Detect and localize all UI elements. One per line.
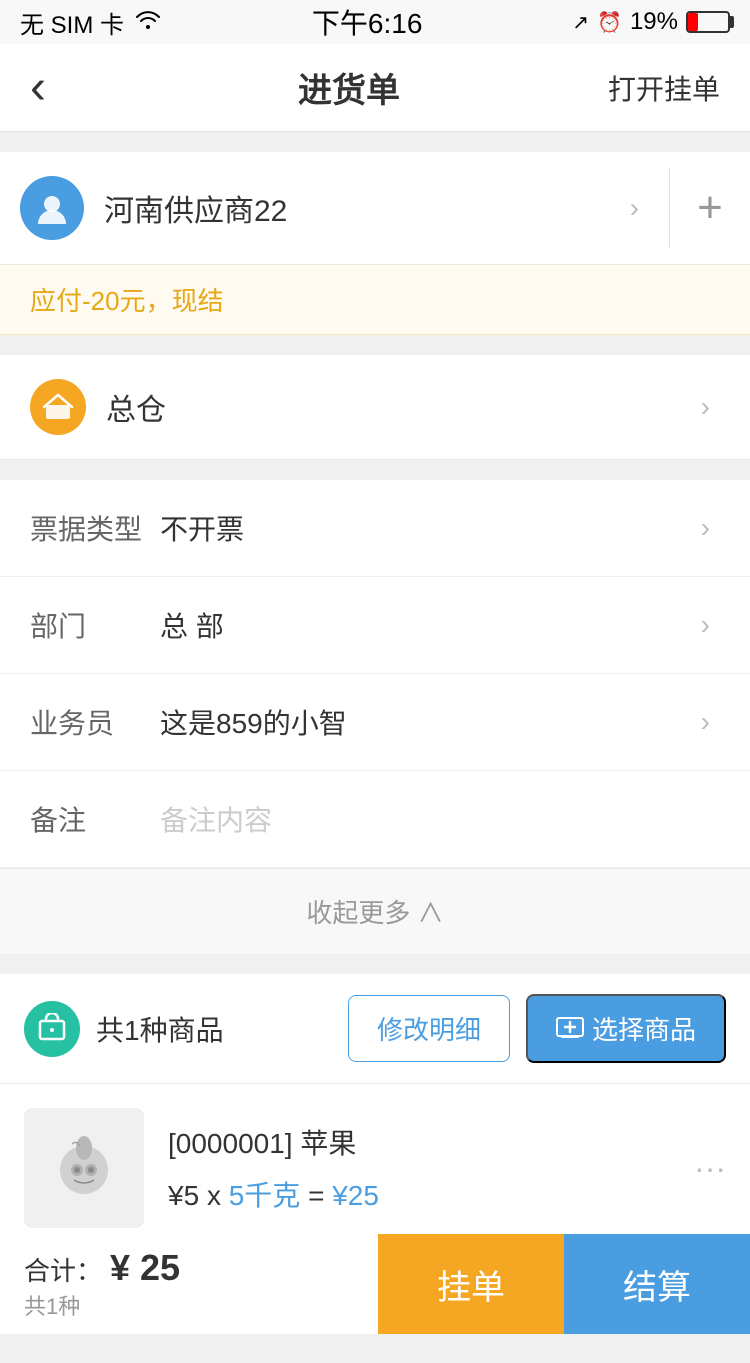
checkout-button[interactable]: 结算 — [564, 1234, 750, 1334]
product-more-button[interactable]: ··· — [694, 1150, 726, 1187]
select-product-button[interactable]: 选择商品 — [526, 994, 726, 1063]
salesperson-chevron-icon: › — [701, 706, 710, 738]
supplier-chevron-icon: › — [630, 192, 639, 224]
battery-text: 19% — [630, 8, 678, 36]
status-time: 下午6:16 — [312, 2, 423, 42]
product-thumbnail — [24, 1108, 144, 1228]
remark-placeholder: 备注内容 — [160, 799, 720, 839]
open-pending-button[interactable]: 打开挂单 — [608, 68, 720, 108]
invoice-type-label: 票据类型 — [30, 508, 160, 548]
equals-sign: = — [308, 1180, 332, 1211]
total-amount: ¥ 25 — [110, 1247, 180, 1289]
wifi-icon — [134, 8, 162, 36]
page-title: 进货单 — [298, 63, 400, 112]
warehouse-selector[interactable]: 总仓 › — [0, 355, 750, 460]
department-chevron-icon: › — [701, 609, 710, 641]
battery-icon — [686, 11, 730, 33]
product-name: [0000001] 苹果 — [168, 1122, 670, 1162]
product-count-icon — [24, 1001, 80, 1057]
add-supplier-button[interactable]: + — [670, 152, 750, 264]
product-price: ¥5 x 5千克 = ¥25 — [168, 1174, 670, 1214]
remark-row[interactable]: 备注 备注内容 — [0, 771, 750, 868]
pending-button[interactable]: 挂单 — [378, 1234, 564, 1334]
select-product-label: 选择商品 — [592, 1010, 696, 1047]
quantity: 5千克 — [229, 1180, 301, 1211]
warehouse-name: 总仓 — [106, 385, 681, 429]
nav-bar: ‹ 进货单 打开挂单 — [0, 44, 750, 132]
product-list: [0000001] 苹果 ¥5 x 5千克 = ¥25 ··· — [0, 1084, 750, 1253]
bottom-bar: 合计： ¥ 25 共1种 挂单 结算 — [0, 1234, 750, 1334]
supplier-name: 河南供应商22 — [104, 186, 610, 230]
multiply-sign: x — [207, 1180, 229, 1211]
product-count-text: 共1种商品 — [96, 1009, 332, 1049]
product-header: 共1种商品 修改明细 选择商品 — [0, 974, 750, 1084]
salesperson-label: 业务员 — [30, 702, 160, 742]
invoice-type-row[interactable]: 票据类型 不开票 › — [0, 480, 750, 577]
department-value: 总 部 — [160, 605, 701, 645]
back-button[interactable]: ‹ — [30, 60, 90, 115]
warehouse-chevron-icon: › — [701, 391, 710, 423]
edit-detail-button[interactable]: 修改明细 — [348, 995, 510, 1062]
product-info: [0000001] 苹果 ¥5 x 5千克 = ¥25 — [168, 1122, 670, 1214]
product-item: [0000001] 苹果 ¥5 x 5千克 = ¥25 ··· — [0, 1084, 750, 1253]
invoice-type-value: 不开票 — [160, 508, 701, 548]
alarm-icon: ⏰ — [597, 10, 622, 35]
location-icon: ↗ — [572, 10, 589, 35]
section-gap-2 — [0, 335, 750, 355]
supplier-avatar — [20, 176, 84, 240]
form-section: 票据类型 不开票 › 部门 总 部 › 业务员 这是859的小智 › 备注 备注… — [0, 480, 750, 868]
supplier-selector[interactable]: 河南供应商22 › — [0, 152, 669, 264]
battery-fill — [688, 13, 698, 31]
unit-price: ¥5 — [168, 1180, 199, 1211]
status-left: 无 SIM 卡 — [20, 5, 162, 40]
department-row[interactable]: 部门 总 部 › — [0, 577, 750, 674]
invoice-chevron-icon: › — [701, 512, 710, 544]
salesperson-value: 这是859的小智 — [160, 702, 701, 742]
status-right: ↗ ⏰ 19% — [572, 8, 730, 36]
collapse-button[interactable]: 收起更多 ∧ — [0, 868, 750, 954]
salesperson-row[interactable]: 业务员 这是859的小智 › — [0, 674, 750, 771]
total-label: 合计： — [24, 1251, 102, 1288]
status-bar: 无 SIM 卡 下午6:16 ↗ ⏰ 19% — [0, 0, 750, 44]
total-section: 合计： ¥ 25 共1种 — [0, 1234, 378, 1334]
supplier-section: 河南供应商22 › + — [0, 152, 750, 265]
total-count: 共1种 — [24, 1289, 354, 1321]
remark-label: 备注 — [30, 799, 160, 839]
section-gap-1 — [0, 132, 750, 152]
department-label: 部门 — [30, 605, 160, 645]
warehouse-icon — [30, 379, 86, 435]
total-price: ¥25 — [332, 1180, 379, 1211]
payment-notice: 应付-20元，现结 — [0, 265, 750, 335]
section-gap-3 — [0, 460, 750, 480]
carrier-text: 无 SIM 卡 — [20, 5, 124, 40]
